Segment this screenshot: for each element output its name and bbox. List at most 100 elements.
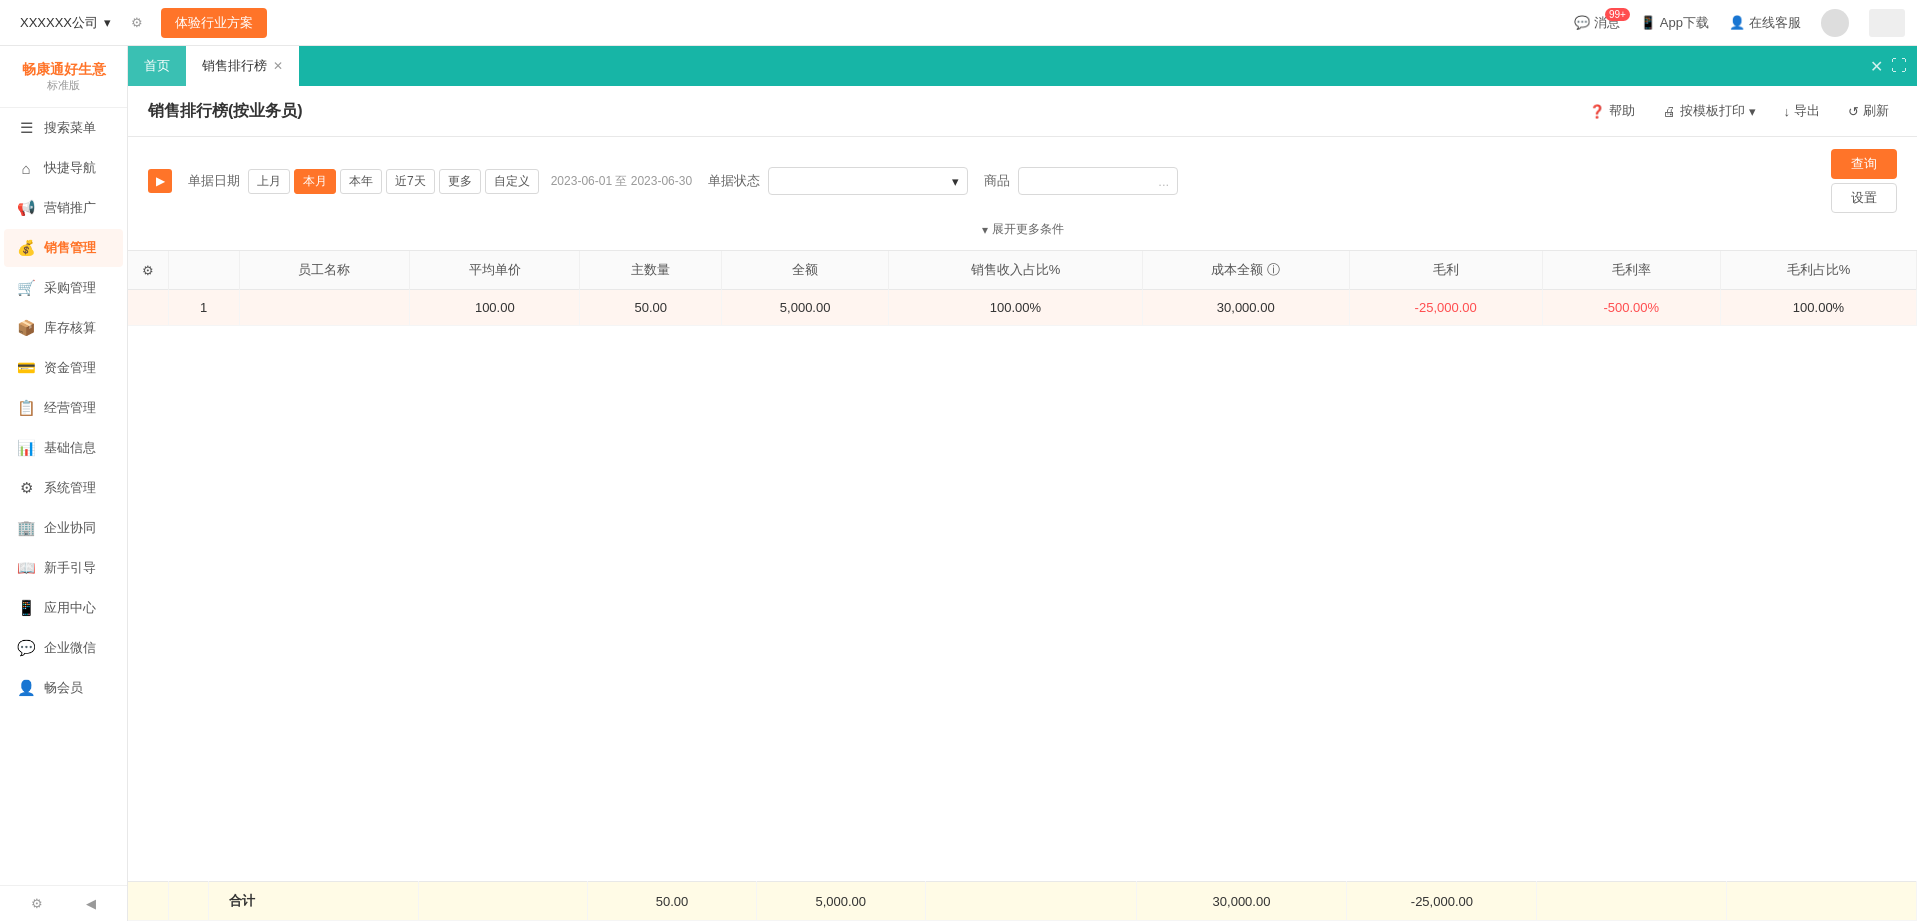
online-service-button[interactable]: 👤 在线客服 (1729, 14, 1801, 32)
export-button[interactable]: ↓ 导出 (1776, 98, 1829, 124)
company-selector[interactable]: XXXXXX公司 ▾ (12, 10, 119, 36)
sidebar-item-sales[interactable]: 💰 销售管理 (4, 229, 123, 267)
sidebar-item-label: 经营管理 (44, 399, 96, 417)
sidebar-item-search-order[interactable]: ☰ 搜索菜单 (4, 109, 123, 147)
export-icon: ↓ (1784, 104, 1791, 119)
date-btn-last-month[interactable]: 上月 (248, 169, 290, 194)
main-layout: 畅康通好生意 标准版 ☰ 搜索菜单 ⌂ 快捷导航 📢 营销推广 💰 销售管理 🛒… (0, 46, 1917, 921)
sidebar-item-enterprise[interactable]: 🏢 企业协同 (4, 509, 123, 547)
col-settings[interactable]: ⚙ (128, 251, 168, 290)
goods-input[interactable]: ... (1018, 167, 1178, 195)
sidebar-item-system[interactable]: ⚙ 系统管理 (4, 469, 123, 507)
sidebar-item-base-info[interactable]: 📊 基础信息 (4, 429, 123, 467)
bottom-settings-icon[interactable]: ⚙ (31, 896, 43, 911)
date-btn-more[interactable]: 更多 (439, 169, 481, 194)
sidebar-item-wechat[interactable]: 💬 企业微信 (4, 629, 123, 667)
home-icon: ⌂ (16, 160, 36, 177)
wechat-icon: 💬 (16, 639, 36, 657)
filter-toggle-button[interactable]: ▶ (148, 169, 172, 193)
table-footer: 合计 50.00 5,000.00 30,000.00 -25,000.00 (128, 881, 1917, 921)
fund-icon: 💳 (16, 359, 36, 377)
message-icon: 💬 (1574, 15, 1590, 30)
tab-home[interactable]: 首页 (128, 46, 186, 86)
print-button[interactable]: 🖨 按模板打印 ▾ (1655, 98, 1764, 124)
message-button[interactable]: 💬 消息 99+ (1574, 14, 1620, 32)
date-btn-custom[interactable]: 自定义 (485, 169, 539, 194)
sidebar-bottom: ⚙ ◀ (0, 885, 127, 921)
tab-sales-rank[interactable]: 销售排行榜 ✕ (186, 46, 299, 86)
sidebar-item-label: 新手引导 (44, 559, 96, 577)
help-label: 帮助 (1609, 102, 1635, 120)
sidebar-item-quick-nav[interactable]: ⌂ 快捷导航 (4, 149, 123, 187)
print-icon: 🖨 (1663, 104, 1676, 119)
date-filter-group: 单据日期 上月 本月 本年 近7天 更多 自定义 2023-06-01 至 20… (188, 169, 692, 194)
table-row: 1 100.00 50.00 5,000.00 100.00% 30,000.0… (128, 290, 1917, 326)
status-label: 单据状态 (708, 172, 760, 190)
footer-cost-total: 30,000.00 (1136, 882, 1347, 921)
sidebar-item-purchase[interactable]: 🛒 采购管理 (4, 269, 123, 307)
app-download-button[interactable]: 📱 App下载 (1640, 14, 1709, 32)
system-icon: ⚙ (16, 479, 36, 497)
sidebar-item-label: 搜索菜单 (44, 119, 96, 137)
column-settings-icon[interactable]: ⚙ (142, 263, 154, 278)
status-chevron-icon: ▾ (952, 174, 959, 189)
col-total: 全额 (722, 251, 889, 290)
date-label: 单据日期 (188, 172, 240, 190)
expand-conditions-button[interactable]: ▾ 展开更多条件 (982, 221, 1064, 238)
page-content: 销售排行榜(按业务员) ❓ 帮助 🖨 按模板打印 ▾ ↓ 导出 (128, 86, 1917, 921)
tab-close-window-icon[interactable]: ✕ (1870, 57, 1883, 76)
enterprise-icon: 🏢 (16, 519, 36, 537)
table-wrapper: ⚙ 员工名称 平均单价 主数量 (128, 251, 1917, 881)
bottom-collapse-icon[interactable]: ◀ (86, 896, 96, 911)
help-button[interactable]: ❓ 帮助 (1581, 98, 1643, 124)
sidebar: 畅康通好生意 标准版 ☰ 搜索菜单 ⌂ 快捷导航 📢 营销推广 💰 销售管理 🛒… (0, 46, 128, 921)
inventory-icon: 📦 (16, 319, 36, 337)
row-settings-icon[interactable] (128, 290, 168, 326)
col-gross: 毛利 (1349, 251, 1542, 290)
sidebar-item-label: 库存核算 (44, 319, 96, 337)
sidebar-item-app-center[interactable]: 📱 应用中心 (4, 589, 123, 627)
header-right: 💬 消息 99+ 📱 App下载 👤 在线客服 (1574, 9, 1905, 37)
tab-maximize-icon[interactable]: ⛶ (1891, 57, 1907, 75)
date-btn-this-month[interactable]: 本月 (294, 169, 336, 194)
row-gross-rate: -500.00% (1542, 290, 1720, 326)
row-staff (239, 290, 409, 326)
page-actions: ❓ 帮助 🖨 按模板打印 ▾ ↓ 导出 ↺ 刷新 (1581, 98, 1898, 124)
print-label: 按模板打印 (1680, 102, 1745, 120)
date-btn-7days[interactable]: 近7天 (386, 169, 435, 194)
user-name[interactable] (1869, 9, 1905, 37)
sidebar-item-fund[interactable]: 💳 资金管理 (4, 349, 123, 387)
app-center-icon: 📱 (16, 599, 36, 617)
status-select[interactable]: ▾ (768, 167, 968, 195)
trial-button[interactable]: 体验行业方案 (161, 8, 267, 38)
date-btn-this-year[interactable]: 本年 (340, 169, 382, 194)
footer-gross-rate (1537, 882, 1727, 921)
sidebar-item-member[interactable]: 👤 畅会员 (4, 669, 123, 707)
filter-row: ▶ 单据日期 上月 本月 本年 近7天 更多 自定义 2023- (148, 149, 1897, 213)
row-sales-pct: 100.00% (889, 290, 1142, 326)
sidebar-item-ops[interactable]: 📋 经营管理 (4, 389, 123, 427)
sidebar-item-guide[interactable]: 📖 新手引导 (4, 549, 123, 587)
refresh-button[interactable]: ↺ 刷新 (1840, 98, 1897, 124)
col-staff: 员工名称 (239, 251, 409, 290)
avatar[interactable] (1821, 9, 1849, 37)
settings-icon[interactable]: ⚙ (123, 9, 151, 37)
row-gross-pct: 100.00% (1721, 290, 1917, 326)
settings-button[interactable]: 设置 (1831, 183, 1897, 213)
tab-close-icon[interactable]: ✕ (273, 59, 283, 73)
sidebar-logo: 畅康通好生意 标准版 (0, 46, 127, 108)
col-avg-price: 平均单价 (410, 251, 580, 290)
date-buttons: 上月 本月 本年 近7天 更多 自定义 (248, 169, 539, 194)
goods-label: 商品 (984, 172, 1010, 190)
sidebar-item-marketing[interactable]: 📢 营销推广 (4, 189, 123, 227)
chevron-down-icon: ▾ (104, 15, 111, 30)
search-icon: ☰ (16, 119, 36, 137)
sidebar-item-inventory[interactable]: 📦 库存核算 (4, 309, 123, 347)
col-index (168, 251, 239, 290)
sidebar-item-label: 资金管理 (44, 359, 96, 377)
query-button[interactable]: 查询 (1831, 149, 1897, 179)
filter-area: ▶ 单据日期 上月 本月 本年 近7天 更多 自定义 2023- (128, 137, 1917, 251)
col-cost-total: 成本全额 ⓘ (1142, 251, 1349, 290)
ops-icon: 📋 (16, 399, 36, 417)
footer-gross: -25,000.00 (1347, 882, 1537, 921)
